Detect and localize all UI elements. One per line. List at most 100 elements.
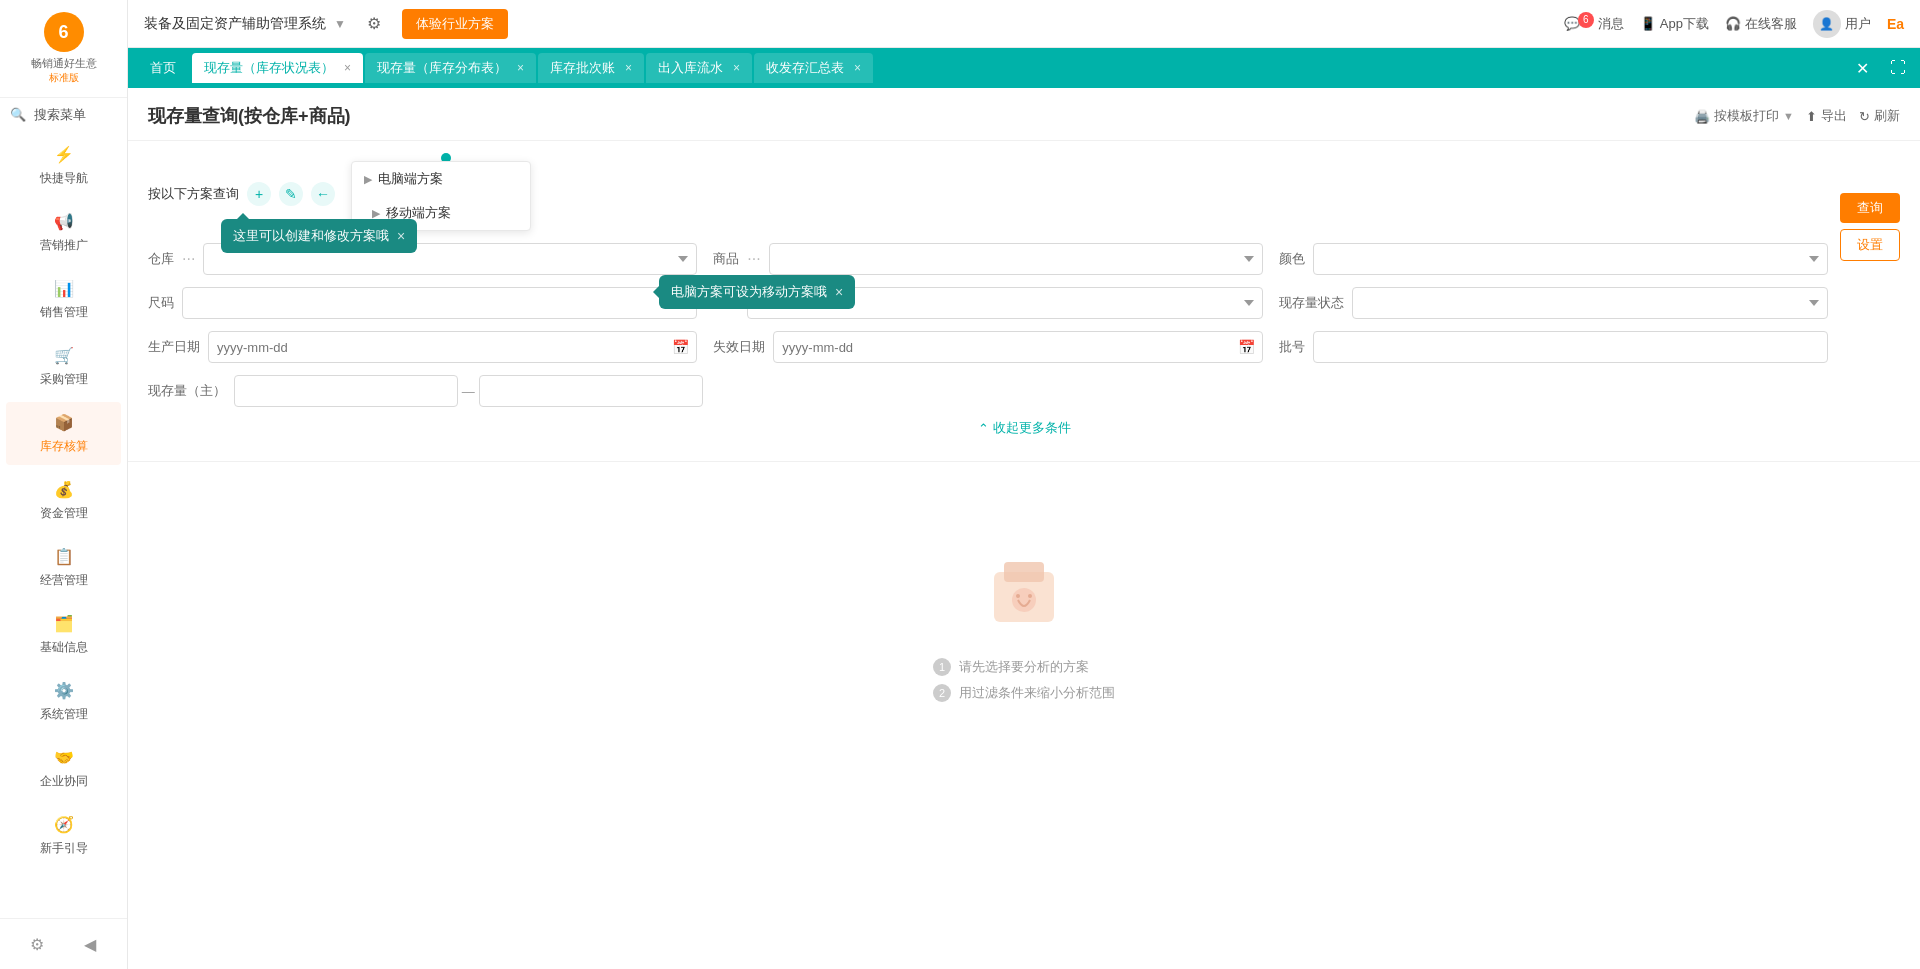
empty-icon	[974, 542, 1074, 642]
top-header: 装备及固定资产辅助管理系统 ▼ ⚙ 体验行业方案 💬 6 消息 📱 App下载 …	[128, 0, 1920, 48]
system-icon: ⚙️	[53, 680, 75, 702]
empty-tip-2: 2 用过滤条件来缩小分析范围	[933, 684, 1115, 702]
user-avatar-btn[interactable]: 👤 用户	[1813, 10, 1871, 38]
warehouse-label: 仓库	[148, 250, 174, 268]
purchase-icon: 🛒	[53, 345, 75, 367]
tab-close-summary[interactable]: ×	[854, 62, 861, 74]
filter-production-date: 生产日期 📅	[148, 331, 697, 363]
app-download-btn[interactable]: 📱 App下载	[1640, 15, 1709, 33]
sidebar-item-system[interactable]: ⚙️ 系统管理	[6, 670, 121, 733]
filter-row-3: 生产日期 📅 失效日期 📅	[148, 331, 1828, 363]
collapse-row[interactable]: ⌃ 收起更多条件	[148, 411, 1900, 445]
tab-close-batch-ledger[interactable]: ×	[625, 62, 632, 74]
batch-input[interactable]	[1313, 331, 1828, 363]
expand-icon-pc: ▶	[364, 173, 372, 186]
tip-num-1: 1	[933, 658, 951, 676]
print-dropdown-arrow: ▼	[1783, 110, 1794, 122]
search-button[interactable]: 查询	[1840, 193, 1900, 223]
sidebar-item-search[interactable]: 🔍 搜索菜单	[0, 98, 127, 132]
warehouse-more-icon[interactable]: ···	[182, 250, 195, 268]
filter-stock-status: 现存量状态	[1279, 287, 1828, 319]
production-date-from-calendar-icon[interactable]: 📅	[672, 339, 689, 355]
expiry-date-from-input[interactable]	[773, 331, 1262, 363]
sidebar-item-sales[interactable]: 📊 销售管理	[6, 268, 121, 331]
filter-goods: 商品 ···	[713, 243, 1262, 275]
logo-text: 畅销通好生意 标准版	[31, 56, 97, 85]
trial-button[interactable]: 体验行业方案	[402, 9, 508, 39]
filter-header-label: 按以下方案查询	[148, 185, 239, 203]
sidebar-item-management[interactable]: 📋 经营管理	[6, 536, 121, 599]
edit-scenario-btn[interactable]: ✎	[279, 182, 303, 206]
online-service-btn[interactable]: 🎧 在线客服	[1725, 15, 1797, 33]
guide-icon: 🧭	[53, 814, 75, 836]
stock-status-select[interactable]	[1352, 287, 1828, 319]
collapse-sidebar-btn[interactable]: ◀	[75, 929, 105, 959]
tab-bar: 首页 现存量（库存状况表） × 现存量（库存分布表） × 库存批次账 × 出入库…	[128, 48, 1920, 88]
online-service-label: 在线客服	[1745, 15, 1797, 33]
inventory-icon: 📦	[53, 412, 75, 434]
batch-label: 批号	[1279, 338, 1305, 356]
sidebar-item-guide[interactable]: 🧭 新手引导	[6, 804, 121, 867]
print-btn[interactable]: 🖨️ 按模板打印 ▼	[1694, 107, 1794, 125]
expiry-date-from-calendar-icon[interactable]: 📅	[1238, 339, 1255, 355]
tab-inventory-distribution[interactable]: 现存量（库存分布表） ×	[365, 53, 536, 83]
sidebar-item-marketing[interactable]: 📢 营销推广	[6, 201, 121, 264]
stock-qty-min-input[interactable]	[234, 375, 458, 407]
export-btn[interactable]: ⬆ 导出	[1806, 107, 1847, 125]
tab-close-inventory-status[interactable]: ×	[344, 62, 351, 74]
color-select[interactable]	[1313, 243, 1828, 275]
page-content: 现存量查询(按仓库+商品) 🖨️ 按模板打印 ▼ ⬆ 导出 ↻ 刷新	[128, 88, 1920, 969]
production-date-label: 生产日期	[148, 338, 200, 356]
expiry-date-label: 失效日期	[713, 338, 765, 356]
phone-icon: 📱	[1640, 16, 1656, 31]
tooltip1-close[interactable]: ×	[835, 284, 843, 300]
sidebar-item-purchase[interactable]: 🛒 采购管理	[6, 335, 121, 398]
system-name[interactable]: 装备及固定资产辅助管理系统 ▼	[144, 15, 346, 33]
cooperation-icon: 🤝	[53, 747, 75, 769]
goods-more-icon[interactable]: ···	[747, 250, 760, 268]
tab-inventory-status[interactable]: 现存量（库存状况表） ×	[192, 53, 363, 83]
scenario-item-pc[interactable]: ▶ 电脑端方案	[352, 162, 530, 196]
user-label: 用户	[1845, 15, 1871, 33]
size-label: 尺码	[148, 294, 174, 312]
tab-summary[interactable]: 收发存汇总表 ×	[754, 53, 873, 83]
logo-icon: 6	[44, 12, 84, 52]
main-content: 装备及固定资产辅助管理系统 ▼ ⚙ 体验行业方案 💬 6 消息 📱 App下载 …	[128, 0, 1920, 969]
refresh-btn[interactable]: ↻ 刷新	[1859, 107, 1900, 125]
back-scenario-btn[interactable]: ←	[311, 182, 335, 206]
tab-batch-ledger[interactable]: 库存批次账 ×	[538, 53, 644, 83]
tooltip2-close[interactable]: ×	[397, 228, 405, 244]
tab-in-out-flow[interactable]: 出入库流水 ×	[646, 53, 752, 83]
settings-bottom-btn[interactable]: ⚙	[22, 929, 52, 959]
message-btn[interactable]: 💬 6 消息	[1564, 15, 1624, 33]
page-title: 现存量查询(按仓库+商品)	[148, 104, 351, 128]
production-date-from-input[interactable]	[208, 331, 697, 363]
tip-text-1: 请先选择要分析的方案	[959, 658, 1089, 676]
goods-select[interactable]	[769, 243, 1263, 275]
svg-point-3	[1016, 594, 1020, 598]
finance-icon: 💰	[53, 479, 75, 501]
empty-tips: 1 请先选择要分析的方案 2 用过滤条件来缩小分析范围	[933, 658, 1115, 702]
sidebar-item-finance[interactable]: 💰 资金管理	[6, 469, 121, 532]
tab-close-all-btn[interactable]: ✕	[1848, 54, 1876, 82]
sidebar-item-inventory[interactable]: 📦 库存核算	[6, 402, 121, 465]
sidebar-item-basic[interactable]: 🗂️ 基础信息	[6, 603, 121, 666]
goods-label: 商品	[713, 250, 739, 268]
production-date-from-wrap: 📅	[208, 331, 697, 363]
stock-qty-max-input[interactable]	[479, 375, 703, 407]
sidebar-item-quick[interactable]: ⚡ 快捷导航	[6, 134, 121, 197]
tab-bar-right: ✕ ⛶	[1848, 54, 1912, 82]
tab-fullscreen-btn[interactable]: ⛶	[1884, 54, 1912, 82]
add-scenario-btn[interactable]: +	[247, 182, 271, 206]
empty-tip-1: 1 请先选择要分析的方案	[933, 658, 1115, 676]
svg-point-2	[1012, 588, 1036, 612]
tab-home[interactable]: 首页	[136, 53, 190, 83]
sidebar-item-cooperation[interactable]: 🤝 企业协同	[6, 737, 121, 800]
tab-close-in-out-flow[interactable]: ×	[733, 62, 740, 74]
collapse-icon: ⌃	[978, 421, 989, 436]
size-select[interactable]	[182, 287, 697, 319]
settings-gear-btn[interactable]: ⚙	[358, 8, 390, 40]
sales-icon: 📊	[53, 278, 75, 300]
filter-settings-button[interactable]: 设置	[1840, 229, 1900, 261]
tab-close-inventory-distribution[interactable]: ×	[517, 62, 524, 74]
